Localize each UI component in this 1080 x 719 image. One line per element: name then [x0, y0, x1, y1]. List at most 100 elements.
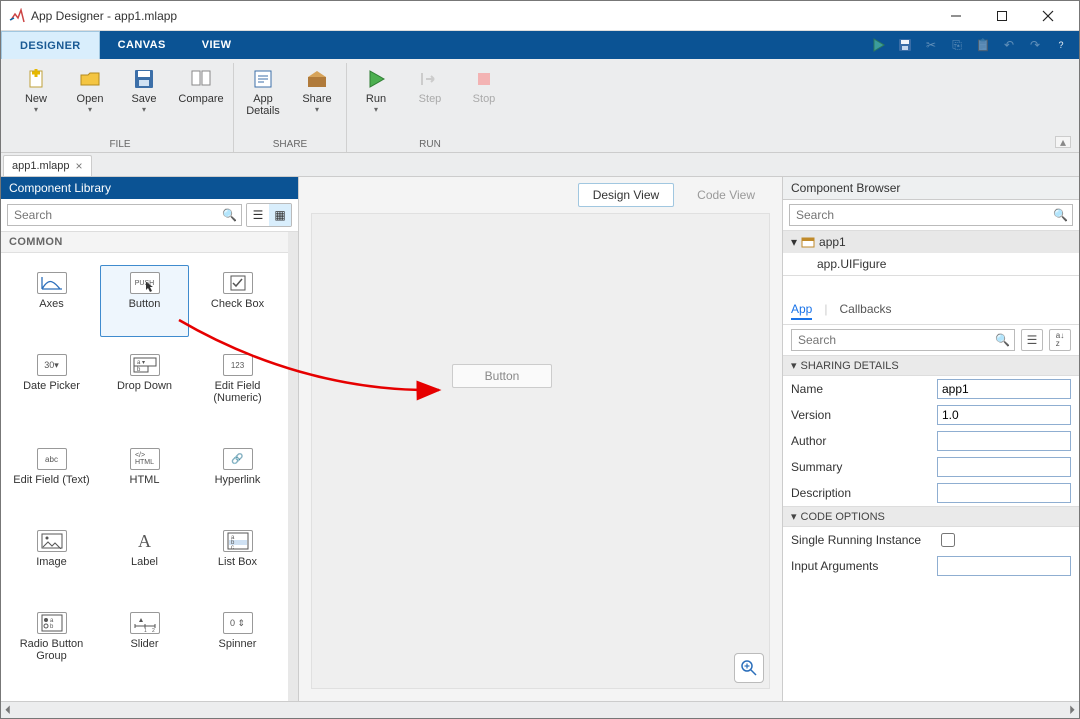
- qat-paste-icon[interactable]: 📋: [973, 35, 993, 55]
- component-category-header: COMMON: [1, 232, 288, 253]
- listbox-icon: abc: [223, 530, 253, 552]
- step-button[interactable]: Step: [407, 63, 453, 136]
- component-editfield-text[interactable]: abcEdit Field (Text): [7, 441, 96, 513]
- component-spinner[interactable]: 0 ⇕Spinner: [193, 605, 282, 689]
- qat-copy-icon[interactable]: ⎘: [947, 35, 967, 55]
- titlebar: App Designer - app1.mlapp: [1, 1, 1079, 31]
- document-tab-label: app1.mlapp: [12, 160, 70, 172]
- compare-button[interactable]: Compare: [175, 63, 227, 136]
- browser-search-input[interactable]: 🔍: [789, 204, 1073, 226]
- prop-version-input[interactable]: [937, 405, 1071, 425]
- chevron-down-icon: ▾: [791, 359, 797, 372]
- main-area: Component Library 🔍 ☰ ▦ COMMON Axes PUSH…: [1, 177, 1079, 701]
- open-button[interactable]: Open▾: [67, 63, 113, 136]
- tree-node-root[interactable]: ▾ app1: [783, 231, 1079, 253]
- qat-undo-icon[interactable]: ↶: [999, 35, 1019, 55]
- component-search-input[interactable]: 🔍: [7, 204, 242, 226]
- prop-name-input[interactable]: [937, 379, 1071, 399]
- subtab-callbacks[interactable]: Callbacks: [839, 302, 891, 320]
- svg-text:b: b: [50, 624, 54, 630]
- prop-inputargs-input[interactable]: [937, 556, 1071, 576]
- sort-az-icon[interactable]: a↓z: [1049, 329, 1071, 351]
- quick-access-toolbar: ✂ ⎘ 📋 ↶ ↷ ?: [869, 31, 1079, 59]
- prop-author-input[interactable]: [937, 431, 1071, 451]
- document-tab[interactable]: app1.mlapp ×: [3, 155, 92, 176]
- canvas-button-widget[interactable]: Button: [452, 364, 552, 388]
- categorized-view-icon[interactable]: ☰: [1021, 329, 1043, 351]
- component-grid: Axes PUSHButton Check Box 30▾Date Picker…: [1, 253, 288, 701]
- component-dropdown[interactable]: a ▾bDrop Down: [100, 347, 189, 431]
- design-view-tab[interactable]: Design View: [578, 183, 674, 207]
- prop-version-label: Version: [791, 408, 931, 422]
- qat-cut-icon[interactable]: ✂: [921, 35, 941, 55]
- save-button[interactable]: Save▾: [121, 63, 167, 136]
- stop-button[interactable]: Stop: [461, 63, 507, 136]
- share-button[interactable]: Share▾: [294, 63, 340, 136]
- property-search-input[interactable]: 🔍: [791, 329, 1015, 351]
- slider-icon: 12: [130, 612, 160, 634]
- component-slider[interactable]: 12Slider: [100, 605, 189, 689]
- run-icon: [364, 67, 388, 91]
- component-editfield-numeric[interactable]: 123Edit Field (Numeric): [193, 347, 282, 431]
- component-browser-panel: Component Browser 🔍 ▾ app1 app.UIFigure …: [783, 177, 1079, 701]
- svg-text:c: c: [231, 545, 234, 550]
- code-view-tab[interactable]: Code View: [682, 183, 770, 207]
- close-button[interactable]: [1025, 1, 1071, 31]
- search-icon: 🔍: [995, 333, 1010, 347]
- component-library-scrollbar[interactable]: [288, 232, 298, 701]
- prop-single-instance-checkbox[interactable]: [941, 533, 955, 547]
- qat-redo-icon[interactable]: ↷: [1025, 35, 1045, 55]
- document-tab-row: app1.mlapp ×: [1, 153, 1079, 177]
- qat-run-icon[interactable]: [869, 35, 889, 55]
- svg-text:a ▾: a ▾: [137, 360, 145, 366]
- component-html[interactable]: </>HTMLHTML: [100, 441, 189, 513]
- checkbox-icon: [223, 272, 253, 294]
- tree-node-uifigure[interactable]: app.UIFigure: [783, 253, 1079, 275]
- component-library-panel: Component Library 🔍 ☰ ▦ COMMON Axes PUSH…: [1, 177, 299, 701]
- tab-designer[interactable]: DESIGNER: [1, 31, 100, 59]
- stop-icon: [472, 67, 496, 91]
- prop-summary-input[interactable]: [937, 457, 1071, 477]
- grid-view-toggle[interactable]: ▦: [269, 204, 291, 226]
- inspector-subtabs: App | Callbacks: [783, 296, 1079, 325]
- list-view-toggle[interactable]: ☰: [247, 204, 269, 226]
- component-label[interactable]: ALabel: [100, 523, 189, 595]
- prop-description-input[interactable]: [937, 483, 1071, 503]
- document-tab-close-icon[interactable]: ×: [76, 159, 83, 173]
- run-button[interactable]: Run▾: [353, 63, 399, 136]
- component-checkbox[interactable]: Check Box: [193, 265, 282, 337]
- prop-description-label: Description: [791, 486, 931, 500]
- tab-view[interactable]: VIEW: [184, 31, 250, 59]
- bottom-scrollbar[interactable]: ⏴ ⏵: [1, 701, 1079, 718]
- component-hyperlink[interactable]: 🔗Hyperlink: [193, 441, 282, 513]
- component-datepicker[interactable]: 30▾Date Picker: [7, 347, 96, 431]
- component-axes[interactable]: Axes: [7, 265, 96, 337]
- design-canvas[interactable]: Button: [311, 213, 770, 689]
- new-button[interactable]: New▾: [13, 63, 59, 136]
- ribbon-collapse-icon[interactable]: ▴: [1055, 136, 1071, 148]
- section-code-options[interactable]: ▾CODE OPTIONS: [783, 506, 1079, 527]
- search-icon: 🔍: [222, 208, 237, 222]
- section-sharing-details[interactable]: ▾SHARING DETAILS: [783, 355, 1079, 376]
- zoom-button[interactable]: [734, 653, 764, 683]
- component-radiogroup[interactable]: abRadio Button Group: [7, 605, 96, 689]
- scroll-left-icon[interactable]: ⏴: [5, 703, 11, 718]
- scroll-right-icon[interactable]: ⏵: [1069, 703, 1075, 718]
- component-image[interactable]: Image: [7, 523, 96, 595]
- app-details-button[interactable]: App Details: [240, 63, 286, 136]
- chevron-down-icon: ▾: [791, 235, 797, 249]
- component-listbox[interactable]: abcList Box: [193, 523, 282, 595]
- prop-inputargs-label: Input Arguments: [791, 559, 931, 573]
- qat-save-icon[interactable]: [895, 35, 915, 55]
- maximize-button[interactable]: [979, 1, 1025, 31]
- subtab-app[interactable]: App: [791, 302, 812, 320]
- prop-author-label: Author: [791, 434, 931, 448]
- qat-help-icon[interactable]: ?: [1051, 35, 1071, 55]
- app-window: App Designer - app1.mlapp DESIGNER CANVA…: [0, 0, 1080, 719]
- new-icon: [24, 67, 48, 91]
- component-tree: ▾ app1 app.UIFigure: [783, 231, 1079, 276]
- minimize-button[interactable]: [933, 1, 979, 31]
- tab-canvas[interactable]: CANVAS: [100, 31, 184, 59]
- open-icon: [78, 67, 102, 91]
- component-button[interactable]: PUSHButton: [100, 265, 189, 337]
